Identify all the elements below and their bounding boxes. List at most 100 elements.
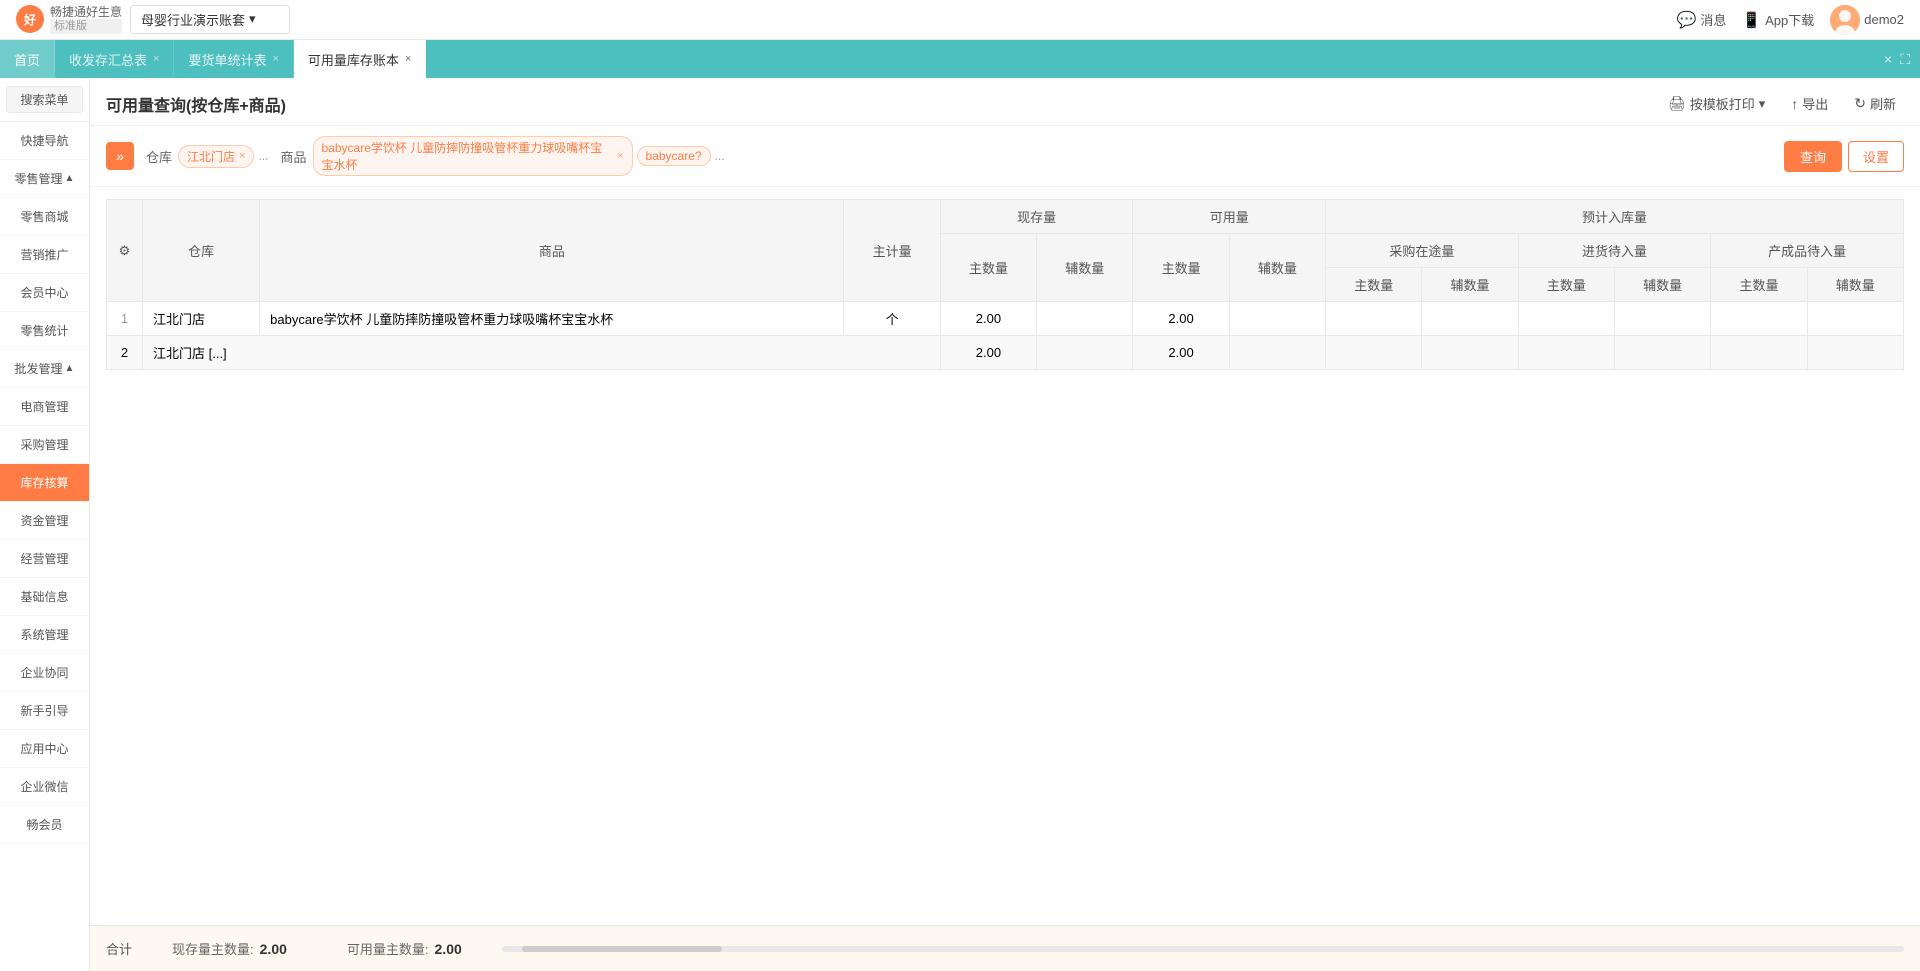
subtotal-current-main: 2.00 <box>940 336 1036 370</box>
window-close-btn[interactable]: × <box>1884 51 1892 67</box>
sidebar-search-area: 搜索菜单 <box>0 78 89 122</box>
tenant-selector[interactable]: 母婴行业演示账套 ▾ <box>130 5 290 34</box>
th-current-stock: 现存量 <box>940 200 1133 234</box>
refresh-icon: ↻ <box>1854 95 1866 112</box>
sidebar-item-newbie[interactable]: 新手引导 <box>0 692 89 730</box>
user-profile[interactable]: demo2 <box>1830 5 1904 35</box>
row-incoming-main <box>1518 302 1614 336</box>
app-download-button[interactable]: 📱 App下载 <box>1742 10 1814 29</box>
sidebar-item-enterprise-wechat[interactable]: 企业微信 <box>0 768 89 806</box>
table-row: 1 江北门店 babycare学饮杯 儿童防摔防撞吸管杯重力球吸嘴杯宝宝水杯 个… <box>107 302 1904 336</box>
tab-receive-send[interactable]: 收发存汇总表 × <box>55 40 174 78</box>
bottom-bar: 合计 现存量主数量: 2.00 可用量主数量: 2.00 <box>90 925 1920 971</box>
settings-icon: ⚙ <box>119 243 131 258</box>
tab-order-stats-close[interactable]: × <box>272 53 278 65</box>
th-product: 商品 <box>260 200 844 302</box>
tab-receive-send-label: 收发存汇总表 <box>69 50 147 69</box>
th-purchase-incoming: 预计入库量 <box>1326 200 1904 234</box>
sidebar-item-operations[interactable]: 经营管理 <box>0 540 89 578</box>
sidebar-item-app-center[interactable]: 应用中心 <box>0 730 89 768</box>
th-settings[interactable]: ⚙ <box>107 200 143 302</box>
print-button[interactable]: 🖨 按模板打印 ▾ <box>1660 90 1773 117</box>
subtotal-p5 <box>1711 336 1807 370</box>
tab-receive-send-close[interactable]: × <box>153 53 159 65</box>
warehouse-more[interactable]: ... <box>258 149 268 163</box>
total-current-main-label: 现存量主数量: <box>172 939 254 958</box>
sidebar-item-base-info[interactable]: 基础信息 <box>0 578 89 616</box>
filter-bar: » 仓库 江北门店 × ... 商品 <box>90 126 1920 187</box>
product-more[interactable]: ... <box>715 149 725 163</box>
subtotal-p1 <box>1326 336 1422 370</box>
sidebar-item-purchase[interactable]: 采购管理 <box>0 426 89 464</box>
th-warehouse: 仓库 <box>143 200 260 302</box>
product-tag-0[interactable]: babycare学饮杯 儿童防摔防撞吸管杯重力球吸嘴杯宝宝水杯 × <box>313 136 633 176</box>
sidebar-item-quick-nav[interactable]: 快捷导航 <box>0 122 89 160</box>
query-button[interactable]: 查询 <box>1784 141 1842 172</box>
th-prod-main: 主数量 <box>1711 268 1807 302</box>
tab-order-stats[interactable]: 要货单统计表 × <box>174 40 293 78</box>
sidebar-item-retail-mall[interactable]: 零售商城 <box>0 198 89 236</box>
tab-bar: 首页 收发存汇总表 × 要货单统计表 × 可用量库存账本 × × ⛶ <box>0 40 1920 78</box>
content-area: 可用量查询(按仓库+商品) 🖨 按模板打印 ▾ ↑ 导出 ↻ 刷新 <box>90 78 1920 971</box>
subtotal-label: 江北门店 [...] <box>143 336 941 370</box>
th-prod-aux: 辅数量 <box>1807 268 1903 302</box>
sidebar-item-marketing[interactable]: 营销推广 <box>0 236 89 274</box>
warehouse-filter-tags: 江北门店 × ... <box>178 145 268 168</box>
row-prod-aux <box>1807 302 1903 336</box>
th-avail-aux: 辅数量 <box>1229 234 1325 302</box>
print-icon: 🖨 <box>1668 95 1686 112</box>
th-incoming-main: 主数量 <box>1518 268 1614 302</box>
total-avail-main: 2.00 <box>435 941 462 957</box>
refresh-button[interactable]: ↻ 刷新 <box>1846 90 1904 117</box>
sidebar-item-enterprise[interactable]: 企业协同 <box>0 654 89 692</box>
page-actions: 🖨 按模板打印 ▾ ↑ 导出 ↻ 刷新 <box>1660 90 1904 117</box>
sidebar-item-retail-stats[interactable]: 零售统计 <box>0 312 89 350</box>
subtotal-index: 2 <box>107 336 143 370</box>
th-incoming-aux: 辅数量 <box>1614 268 1710 302</box>
sidebar-item-ecommerce[interactable]: 电商管理 <box>0 388 89 426</box>
settings-button[interactable]: 设置 <box>1848 141 1904 172</box>
search-menu-button[interactable]: 搜索菜单 <box>6 86 83 113</box>
chat-icon: 💬 <box>1676 10 1696 30</box>
logo-icon: 好 <box>16 5 44 33</box>
filter-actions: 查询 设置 <box>1784 141 1904 172</box>
refresh-label: 刷新 <box>1870 94 1896 113</box>
sidebar-item-system[interactable]: 系统管理 <box>0 616 89 654</box>
tab-available-stock-close[interactable]: × <box>405 53 411 65</box>
total-label: 合计 <box>106 939 132 958</box>
window-expand-btn[interactable]: ⛶ <box>1900 51 1910 68</box>
top-bar: 好 畅捷通好生意 标准版 母婴行业演示账套 ▾ 💬 消息 📱 App下载 dem… <box>0 0 1920 40</box>
tenant-dropdown-icon: ▾ <box>249 11 256 27</box>
page-title: 可用量查询(按仓库+商品) <box>106 92 286 116</box>
tab-spacer <box>426 40 1874 78</box>
subtotal-avail-main: 2.00 <box>1133 336 1229 370</box>
export-button[interactable]: ↑ 导出 <box>1783 90 1836 117</box>
sidebar-item-wholesale[interactable]: 批发管理 ▲ <box>0 350 89 388</box>
row-unit: 个 <box>844 302 940 336</box>
chat-label: 消息 <box>1700 10 1726 29</box>
scrollbar-track[interactable] <box>502 946 1904 952</box>
total-avail-main-label: 可用量主数量: <box>347 939 429 958</box>
sidebar-item-inventory[interactable]: 库存核算 <box>0 464 89 502</box>
th-avail-main: 主数量 <box>1133 234 1229 302</box>
user-name: demo2 <box>1864 12 1904 27</box>
sidebar-item-finance[interactable]: 资金管理 <box>0 502 89 540</box>
product-tag-close[interactable]: × <box>617 150 623 162</box>
product-tag-1[interactable]: babycare? <box>637 146 711 166</box>
tab-available-stock[interactable]: 可用量库存账本 × <box>294 40 426 78</box>
warehouse-tag-0[interactable]: 江北门店 × <box>178 145 254 168</box>
total-current-main: 2.00 <box>260 941 287 957</box>
product-tag-text: babycare学饮杯 儿童防摔防撞吸管杯重力球吸嘴杯宝宝水杯 <box>322 139 614 173</box>
sidebar: 搜索菜单 快捷导航 零售管理 ▲ 零售商城 营销推广 会员中心 零售统计 批发管… <box>0 78 90 971</box>
warehouse-filter: 仓库 江北门店 × ... <box>146 145 268 168</box>
sidebar-item-retail[interactable]: 零售管理 ▲ <box>0 160 89 198</box>
chat-button[interactable]: 💬 消息 <box>1676 10 1726 30</box>
warehouse-tag-text: 江北门店 <box>187 148 235 165</box>
sidebar-item-vip[interactable]: 畅会员 <box>0 806 89 844</box>
tab-home[interactable]: 首页 <box>0 40 55 78</box>
sidebar-item-members[interactable]: 会员中心 <box>0 274 89 312</box>
filter-toggle-button[interactable]: » <box>106 142 134 170</box>
warehouse-tag-close[interactable]: × <box>239 150 245 162</box>
logo-text: 畅捷通好生意 <box>50 5 122 19</box>
scrollbar-thumb[interactable] <box>522 946 722 952</box>
